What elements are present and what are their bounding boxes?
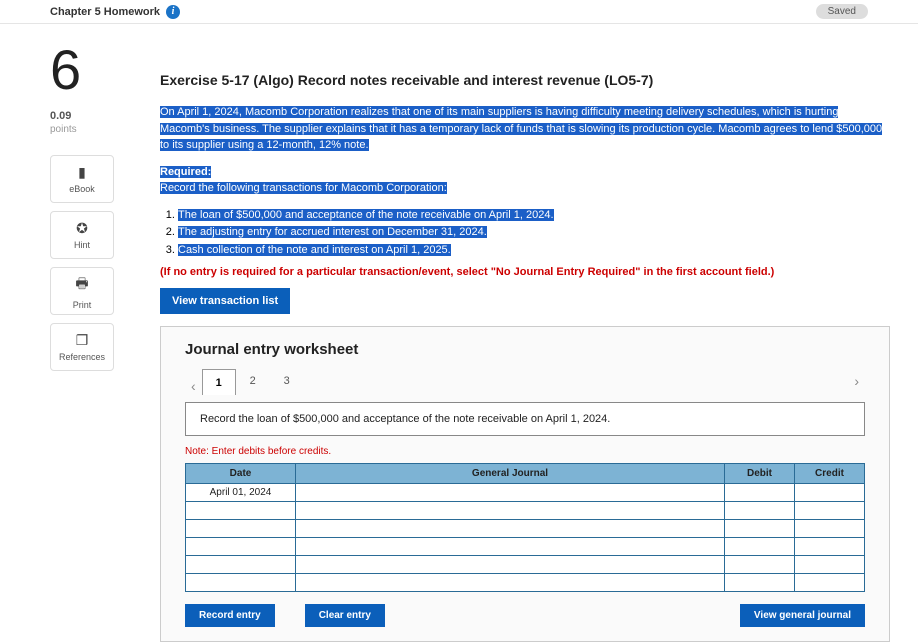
record-entry-button[interactable]: Record entry bbox=[185, 604, 275, 627]
journal-body: April 01, 2024 bbox=[186, 484, 865, 592]
cell-credit[interactable] bbox=[795, 574, 865, 592]
cell-date[interactable]: April 01, 2024 bbox=[186, 484, 296, 502]
print-label: Print bbox=[73, 300, 92, 310]
cell-credit[interactable] bbox=[795, 484, 865, 502]
req-item-2: The adjusting entry for accrued interest… bbox=[178, 226, 487, 238]
cell-debit[interactable] bbox=[725, 484, 795, 502]
chevron-right-icon[interactable]: › bbox=[848, 373, 865, 389]
required-label: Required: bbox=[160, 166, 211, 178]
saved-badge: Saved bbox=[816, 4, 868, 19]
problem-text: On April 1, 2024, Macomb Corporation rea… bbox=[160, 106, 882, 151]
instruction-box: Record the loan of $500,000 and acceptan… bbox=[185, 402, 865, 436]
th-journal: General Journal bbox=[296, 464, 725, 484]
chevron-left-icon[interactable]: ‹ bbox=[185, 378, 202, 394]
table-row bbox=[186, 556, 865, 574]
lifebuoy-icon: ✪ bbox=[76, 220, 88, 237]
view-general-journal-button[interactable]: View general journal bbox=[740, 604, 865, 627]
requirements-list: The loan of $500,000 and acceptance of t… bbox=[160, 207, 890, 259]
list-item: The loan of $500,000 and acceptance of t… bbox=[178, 207, 890, 224]
hint-label: Hint bbox=[74, 240, 90, 250]
list-item: The adjusting entry for accrued interest… bbox=[178, 224, 890, 241]
cell-date[interactable] bbox=[186, 556, 296, 574]
cell-credit[interactable] bbox=[795, 538, 865, 556]
table-row bbox=[186, 574, 865, 592]
question-number: 6 bbox=[50, 42, 130, 98]
cell-debit[interactable] bbox=[725, 556, 795, 574]
cell-journal[interactable] bbox=[296, 538, 725, 556]
exercise-title: Exercise 5-17 (Algo) Record notes receiv… bbox=[160, 72, 890, 88]
points-value: 0.09 bbox=[50, 110, 130, 122]
cell-debit[interactable] bbox=[725, 574, 795, 592]
chapter-text: Chapter 5 Homework bbox=[50, 6, 160, 18]
cell-credit[interactable] bbox=[795, 556, 865, 574]
worksheet-actions: Record entry Clear entry View general jo… bbox=[185, 604, 865, 627]
list-item: Cash collection of the note and interest… bbox=[178, 242, 890, 259]
book-icon: ▮ bbox=[78, 164, 86, 181]
req-item-1: The loan of $500,000 and acceptance of t… bbox=[178, 209, 554, 221]
th-debit: Debit bbox=[725, 464, 795, 484]
cell-date[interactable] bbox=[186, 574, 296, 592]
info-icon[interactable]: i bbox=[166, 5, 180, 19]
top-bar: Chapter 5 Homework i Saved bbox=[0, 0, 918, 24]
cell-journal[interactable] bbox=[296, 484, 725, 502]
references-label: References bbox=[59, 352, 105, 362]
conditional-note: (If no entry is required for a particula… bbox=[160, 266, 890, 278]
worksheet-tab-2[interactable]: 2 bbox=[236, 368, 270, 394]
document-icon: ❐ bbox=[76, 332, 89, 349]
table-row bbox=[186, 538, 865, 556]
ebook-button[interactable]: ▮ eBook bbox=[50, 155, 114, 203]
references-button[interactable]: ❐ References bbox=[50, 323, 114, 371]
main-content: Exercise 5-17 (Algo) Record notes receiv… bbox=[130, 34, 910, 642]
cell-date[interactable] bbox=[186, 520, 296, 538]
req-item-3: Cash collection of the note and interest… bbox=[178, 244, 451, 256]
required-block: Required: Record the following transacti… bbox=[160, 164, 890, 197]
cell-credit[interactable] bbox=[795, 520, 865, 538]
cell-date[interactable] bbox=[186, 538, 296, 556]
table-row bbox=[186, 520, 865, 538]
cell-debit[interactable] bbox=[725, 520, 795, 538]
ebook-label: eBook bbox=[69, 184, 95, 194]
problem-paragraph: On April 1, 2024, Macomb Corporation rea… bbox=[160, 104, 890, 154]
left-sidebar: 6 0.09 points ▮ eBook ✪ Hint 🖶 Print ❐ R… bbox=[50, 34, 130, 642]
worksheet-title: Journal entry worksheet bbox=[185, 341, 865, 358]
nav-buttons: ▮ eBook ✪ Hint 🖶 Print ❐ References bbox=[50, 155, 130, 371]
required-intro: Record the following transactions for Ma… bbox=[160, 182, 447, 194]
view-transaction-list-button[interactable]: View transaction list bbox=[160, 288, 290, 314]
journal-worksheet: Journal entry worksheet ‹ 1 2 3 › Record… bbox=[160, 326, 890, 642]
cell-journal[interactable] bbox=[296, 574, 725, 592]
table-row bbox=[186, 502, 865, 520]
tabs-left: ‹ 1 2 3 bbox=[185, 368, 304, 394]
cell-journal[interactable] bbox=[296, 520, 725, 538]
worksheet-tab-1[interactable]: 1 bbox=[202, 369, 236, 395]
cell-credit[interactable] bbox=[795, 502, 865, 520]
journal-table: Date General Journal Debit Credit April … bbox=[185, 463, 865, 592]
table-row: April 01, 2024 bbox=[186, 484, 865, 502]
cell-debit[interactable] bbox=[725, 502, 795, 520]
chapter-title: Chapter 5 Homework i bbox=[50, 5, 180, 19]
hint-button[interactable]: ✪ Hint bbox=[50, 211, 114, 259]
th-credit: Credit bbox=[795, 464, 865, 484]
cell-journal[interactable] bbox=[296, 502, 725, 520]
points-label: points bbox=[50, 124, 130, 135]
print-button[interactable]: 🖶 Print bbox=[50, 267, 114, 315]
worksheet-tab-3[interactable]: 3 bbox=[270, 368, 304, 394]
cell-journal[interactable] bbox=[296, 556, 725, 574]
clear-entry-button[interactable]: Clear entry bbox=[305, 604, 385, 627]
worksheet-tabs-row: ‹ 1 2 3 › bbox=[185, 368, 865, 394]
th-date: Date bbox=[186, 464, 296, 484]
cell-date[interactable] bbox=[186, 502, 296, 520]
enter-note: Note: Enter debits before credits. bbox=[185, 446, 865, 457]
print-icon: 🖶 bbox=[75, 273, 88, 297]
cell-debit[interactable] bbox=[725, 538, 795, 556]
